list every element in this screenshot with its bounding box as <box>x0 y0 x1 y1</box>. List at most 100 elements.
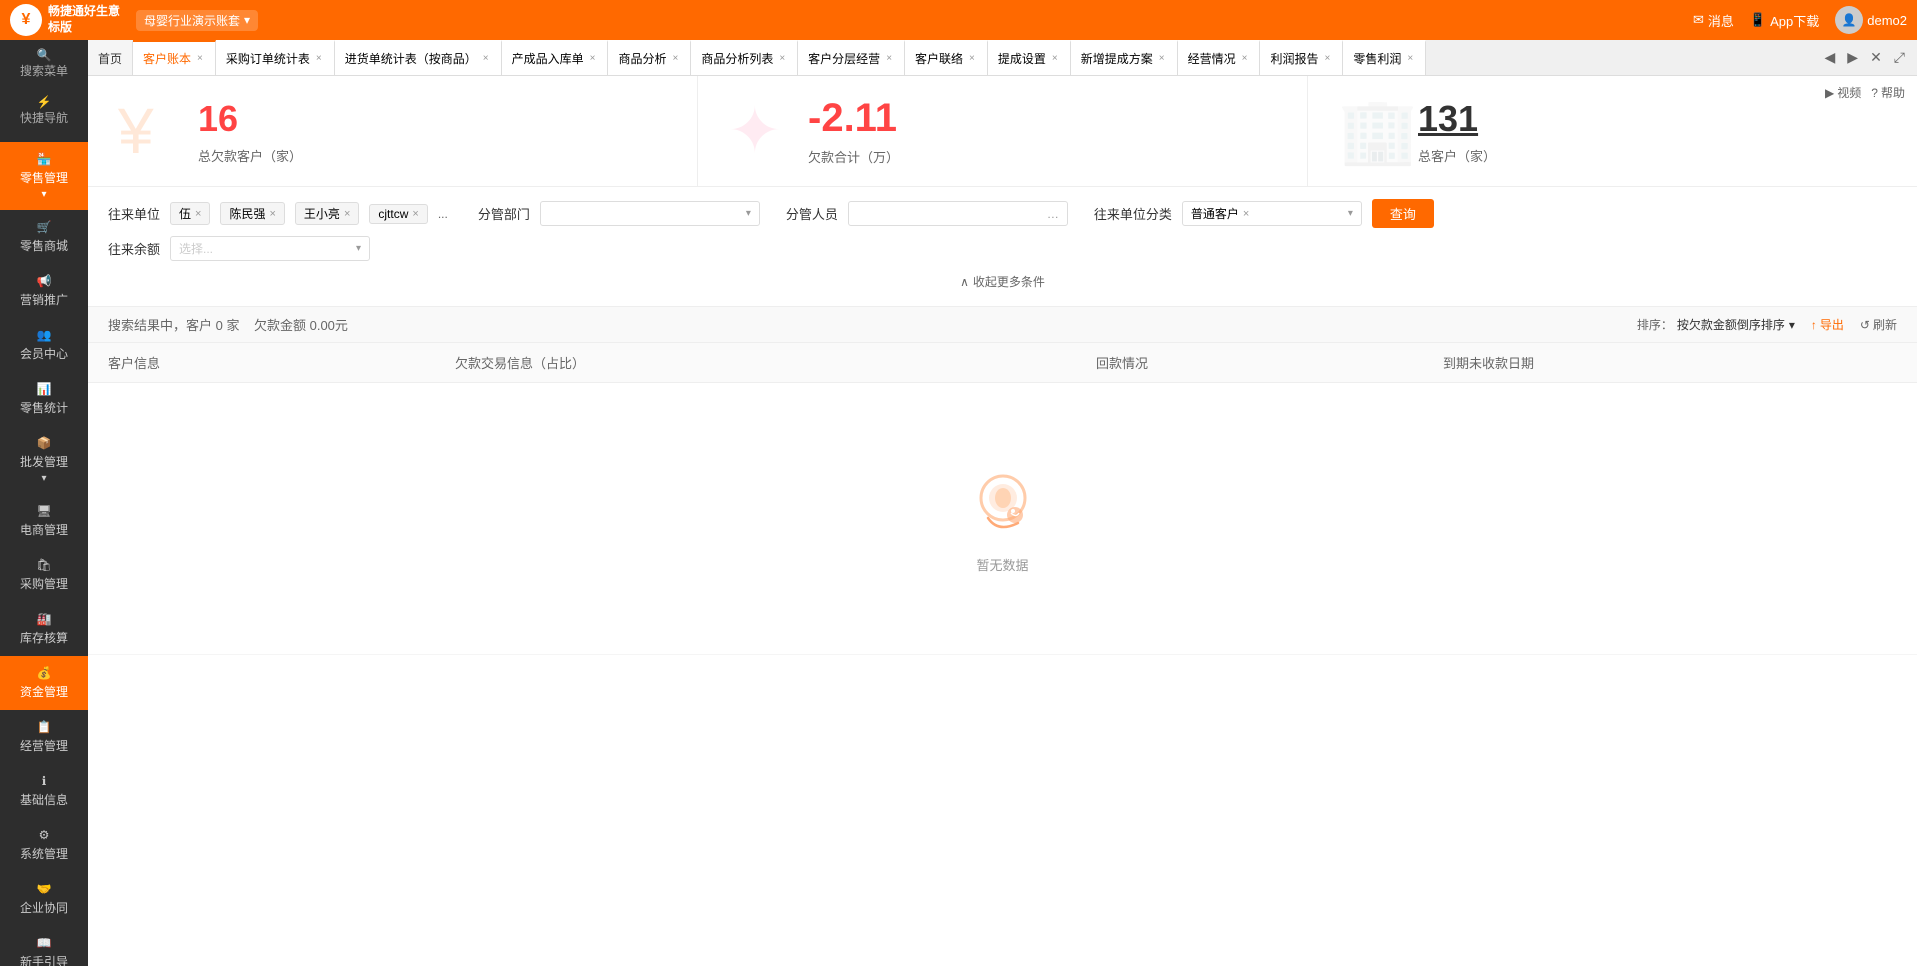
sidebar-item-system[interactable]: ⚙ 系统管理 <box>0 818 88 872</box>
tab-close-icon[interactable]: × <box>967 53 977 64</box>
tab-goods-inbound-stats[interactable]: 进货单统计表（按商品） × <box>335 40 502 76</box>
tab-close-icon[interactable]: × <box>481 53 491 64</box>
tab-retail-profit[interactable]: 零售利润 × <box>1343 40 1426 76</box>
export-icon: ↑ <box>1811 318 1817 332</box>
col-debt-info: 欠款交易信息（占比） <box>435 343 1076 383</box>
query-button[interactable]: 查询 <box>1372 199 1434 228</box>
tab-close-icon[interactable]: × <box>1240 53 1250 64</box>
video-help: ▶ 视频 ? 帮助 <box>1825 84 1905 101</box>
tab-close-icon[interactable]: × <box>195 53 205 64</box>
tab-customer-tier[interactable]: 客户分层经营 × <box>798 40 905 76</box>
phone-icon: 📱 <box>1750 12 1766 28</box>
tab-product-analysis-list[interactable]: 商品分析列表 × <box>691 40 798 76</box>
app-download-button[interactable]: 📱 App下载 <box>1750 11 1819 30</box>
quick-nav[interactable]: ⚡ 快捷导航 <box>0 87 88 134</box>
tab-customer-ledger[interactable]: 客户账本 × <box>133 40 216 76</box>
debt-total-value: -2.11 <box>808 96 897 141</box>
sidebar-item-finance[interactable]: 💰 资金管理 <box>0 656 88 710</box>
question-icon: ? <box>1871 86 1878 100</box>
sidebar-item-retail-mall[interactable]: 🛒 零售商城 <box>0 210 88 264</box>
wholesale-icon: 📦 <box>37 436 52 450</box>
video-button[interactable]: ▶ 视频 <box>1825 84 1861 101</box>
export-button[interactable]: ↑ 导出 <box>1811 316 1844 333</box>
chevron-down-icon: ▾ <box>746 208 751 219</box>
tab-close-icon[interactable]: × <box>1322 53 1332 64</box>
filter-tag-unit4: cjttcw × <box>369 204 427 224</box>
system-icon: ⚙ <box>39 828 50 842</box>
sidebar-item-marketing[interactable]: 📢 营销推广 <box>0 264 88 318</box>
tag-close-icon[interactable]: × <box>412 208 418 220</box>
tab-customer-contact[interactable]: 客户联络 × <box>905 40 988 76</box>
logo-text: 畅捷通好生意 标版 <box>48 4 120 35</box>
balance-filter-select[interactable]: 选择... ▾ <box>170 236 370 261</box>
tab-close-icon[interactable]: × <box>884 53 894 64</box>
tab-business-status[interactable]: 经营情况 × <box>1178 40 1261 76</box>
tab-product-analysis[interactable]: 商品分析 × <box>608 40 691 76</box>
filter-more-tags[interactable]: ... <box>438 207 448 221</box>
empty-state: 暂无数据 <box>88 383 1917 654</box>
sidebar-item-ecommerce[interactable]: 🖥 电商管理 <box>0 494 88 548</box>
sidebar-search[interactable]: 🔍 搜索菜单 <box>0 40 88 87</box>
dept-filter-select[interactable]: ▾ <box>540 201 760 226</box>
message-icon: ✉ <box>1693 12 1704 28</box>
chevron-up-icon: ∧ <box>960 275 969 289</box>
tab-close-icon[interactable]: × <box>1157 53 1167 64</box>
tab-scroll-right-icon[interactable]: ▶ <box>1843 49 1862 66</box>
sidebar-item-operation[interactable]: 📋 经营管理 <box>0 710 88 764</box>
person-filter-select[interactable]: … <box>848 201 1068 226</box>
sidebar-item-retail-stats[interactable]: 📊 零售统计 <box>0 372 88 426</box>
tag-close-icon[interactable]: × <box>344 208 350 220</box>
sidebar-item-basic-info[interactable]: ℹ 基础信息 <box>0 764 88 818</box>
help-button[interactable]: ? 帮助 <box>1871 84 1905 101</box>
sidebar-item-purchase[interactable]: 🛍 采购管理 <box>0 548 88 602</box>
tab-profit-report[interactable]: 利润报告 × <box>1260 40 1343 76</box>
sidebar-item-enterprise[interactable]: 🤝 企业协同 <box>0 872 88 926</box>
tab-product-inbound[interactable]: 产成品入库单 × <box>502 40 609 76</box>
tag-close-icon[interactable]: × <box>195 208 201 220</box>
sidebar-item-inventory[interactable]: 🏭 库存核算 <box>0 602 88 656</box>
stat-total-customers2: 🏢 131 总客户（家） ▶ 视频 ? 帮助 <box>1308 76 1917 186</box>
tab-close-all-icon[interactable]: ✕ <box>1866 49 1886 66</box>
filter-tag-unit1: 伍 × <box>170 202 210 225</box>
tab-add-commission[interactable]: 新增提成方案 × <box>1071 40 1178 76</box>
tag-close-icon[interactable]: × <box>1243 208 1249 220</box>
data-table: 客户信息 欠款交易信息（占比） 回款情况 到期未收款日期 <box>88 343 1917 655</box>
tab-commission-settings[interactable]: 提成设置 × <box>988 40 1071 76</box>
chevron-down-icon: ▾ <box>356 243 361 254</box>
user-avatar[interactable]: 👤 demo2 <box>1835 6 1907 34</box>
tab-close-icon[interactable]: × <box>314 53 324 64</box>
person-filter-label: 分管人员 <box>786 204 838 223</box>
message-button[interactable]: ✉ 消息 <box>1693 11 1734 30</box>
retail-icon: 🏪 <box>37 152 52 166</box>
logo-icon: ¥ <box>10 4 42 36</box>
filter-tag-unit2: 陈民强 × <box>220 202 284 225</box>
tab-maximize-icon[interactable]: ⤢ <box>1890 49 1909 66</box>
page-content: ¥ 16 总欠款客户（家） ✦ -2.11 欠款合计（万） 🏢 131 总 <box>88 76 1917 966</box>
tab-close-icon[interactable]: × <box>1050 53 1060 64</box>
tab-scroll-left-icon[interactable]: ◀ <box>1821 49 1840 66</box>
unit-type-filter-select[interactable]: 普通客户 × ▾ <box>1182 201 1362 226</box>
refresh-button[interactable]: ↺ 刷新 <box>1860 316 1897 333</box>
tab-purchase-order-stats[interactable]: 采购订单统计表 × <box>216 40 335 76</box>
marketing-icon: 📢 <box>37 274 52 288</box>
info-icon: ℹ <box>42 774 47 788</box>
sidebar-item-guide[interactable]: 📖 新手引导 <box>0 926 88 966</box>
more-icon: … <box>1047 207 1059 221</box>
balance-filter-label: 往来余额 <box>108 239 160 258</box>
tab-close-icon[interactable]: × <box>1405 53 1415 64</box>
topbar-right: ✉ 消息 📱 App下载 👤 demo2 <box>1693 6 1907 34</box>
tab-close-icon[interactable]: × <box>670 53 680 64</box>
collapse-button[interactable]: ∧ 收起更多条件 <box>108 269 1897 294</box>
stats-icon: 📊 <box>37 382 52 396</box>
tab-close-icon[interactable]: × <box>777 53 787 64</box>
table-empty-row: 暂无数据 <box>88 383 1917 655</box>
sidebar-item-retail-mgmt[interactable]: 🏪 零售管理 ▾ <box>0 142 88 210</box>
account-selector[interactable]: 母婴行业演示账套 ▾ <box>136 10 258 31</box>
sidebar-item-member[interactable]: 👥 会员中心 <box>0 318 88 372</box>
unit-filter-label: 往来单位 <box>108 204 160 223</box>
tab-home[interactable]: 首页 <box>88 40 133 76</box>
sidebar-item-wholesale[interactable]: 📦 批发管理 ▾ <box>0 426 88 494</box>
tab-close-icon[interactable]: × <box>588 53 598 64</box>
sort-select[interactable]: 按欠款金额倒序排序 ▾ <box>1677 316 1795 333</box>
tag-close-icon[interactable]: × <box>269 208 275 220</box>
